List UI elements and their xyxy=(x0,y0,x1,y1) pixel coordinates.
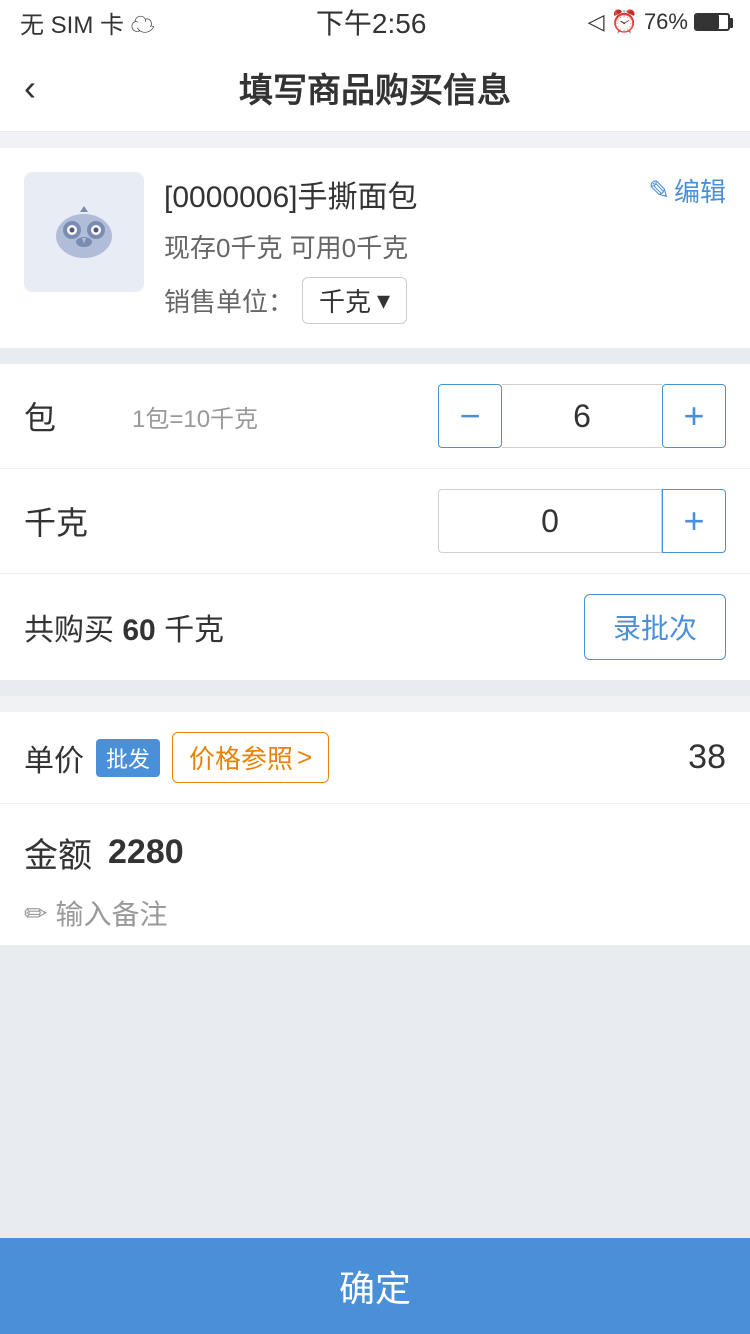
product-logo xyxy=(48,202,120,262)
total-row: 共购买 60 千克 录批次 xyxy=(0,574,750,680)
unit-selector[interactable]: 千克 ▾ xyxy=(302,277,407,324)
nav-bar: ‹ 填写商品购买信息 xyxy=(0,44,750,132)
chevron-right-icon: > xyxy=(297,742,312,773)
batch-button[interactable]: 录批次 xyxy=(584,594,726,660)
total-amount: 60 xyxy=(122,614,155,647)
sim-label: 无 SIM 卡 ☁ xyxy=(20,5,155,40)
battery-icon xyxy=(694,13,730,31)
package-minus-button[interactable]: − xyxy=(438,384,502,448)
package-label: 包 xyxy=(24,393,124,439)
edit-button[interactable]: ✎ 编辑 xyxy=(648,172,726,209)
kg-quantity-input[interactable] xyxy=(438,489,662,553)
price-ref-button[interactable]: 价格参照 > xyxy=(172,732,329,783)
total-text: 共购买 60 千克 xyxy=(24,605,224,649)
package-row: 包 1包=10千克 − + xyxy=(0,364,750,469)
product-image xyxy=(24,172,144,292)
status-time: 下午2:56 xyxy=(316,2,427,42)
section-divider-2 xyxy=(0,680,750,696)
product-card: [0000006]手撕面包 ✎ 编辑 现存0千克 可用0千克 销售单位： 千克 … xyxy=(0,148,750,348)
back-button[interactable]: ‹ xyxy=(24,67,36,109)
status-right: ◁ ⏰ 76% xyxy=(588,9,730,35)
edit-icon: ✎ xyxy=(648,175,670,206)
section-divider-1 xyxy=(0,348,750,364)
empty-content-area xyxy=(0,945,750,1265)
package-plus-button[interactable]: + xyxy=(662,384,726,448)
location-icon: ◁ xyxy=(588,9,605,35)
price-label: 单价 批发 价格参照 > xyxy=(24,732,329,783)
product-info: [0000006]手撕面包 ✎ 编辑 现存0千克 可用0千克 销售单位： 千克 … xyxy=(164,172,726,324)
product-name: [0000006]手撕面包 xyxy=(164,172,417,216)
remark-placeholder: 输入备注 xyxy=(55,893,167,933)
remark-icon: ✏ xyxy=(24,897,47,930)
confirm-button[interactable]: 确定 xyxy=(0,1238,750,1334)
package-quantity-input[interactable] xyxy=(502,384,662,448)
product-unit-row: 销售单位： 千克 ▾ xyxy=(164,277,726,324)
price-section: 单价 批发 价格参照 > 38 xyxy=(0,712,750,803)
kg-row: 千克 + xyxy=(0,469,750,574)
status-left: 无 SIM 卡 ☁ xyxy=(20,5,155,40)
page-title: 填写商品购买信息 xyxy=(239,63,511,112)
status-bar: 无 SIM 卡 ☁ 下午2:56 ◁ ⏰ 76% xyxy=(0,0,750,44)
quantity-section: 包 1包=10千克 − + 千克 + 共购买 60 千克 录批次 xyxy=(0,364,750,680)
kg-label: 千克 xyxy=(24,498,124,544)
kg-plus-button[interactable]: + xyxy=(662,489,726,553)
pifa-badge: 批发 xyxy=(96,739,160,777)
price-value: 38 xyxy=(688,738,726,777)
kg-quantity-control: + xyxy=(438,489,726,553)
product-stock: 现存0千克 可用0千克 xyxy=(164,228,726,265)
price-row: 单价 批发 价格参照 > 38 xyxy=(24,732,726,783)
remark-row[interactable]: ✏ 输入备注 xyxy=(24,893,726,933)
battery-label: 76% xyxy=(644,9,688,35)
package-sub: 1包=10千克 xyxy=(132,399,258,434)
dropdown-icon: ▾ xyxy=(377,285,390,316)
package-quantity-control: − + xyxy=(438,384,726,448)
amount-value: 2280 xyxy=(108,833,184,872)
alarm-icon: ⏰ xyxy=(611,9,638,35)
amount-section: 金额 2280 ✏ 输入备注 xyxy=(0,803,750,945)
amount-row: 金额 2280 xyxy=(24,828,726,877)
